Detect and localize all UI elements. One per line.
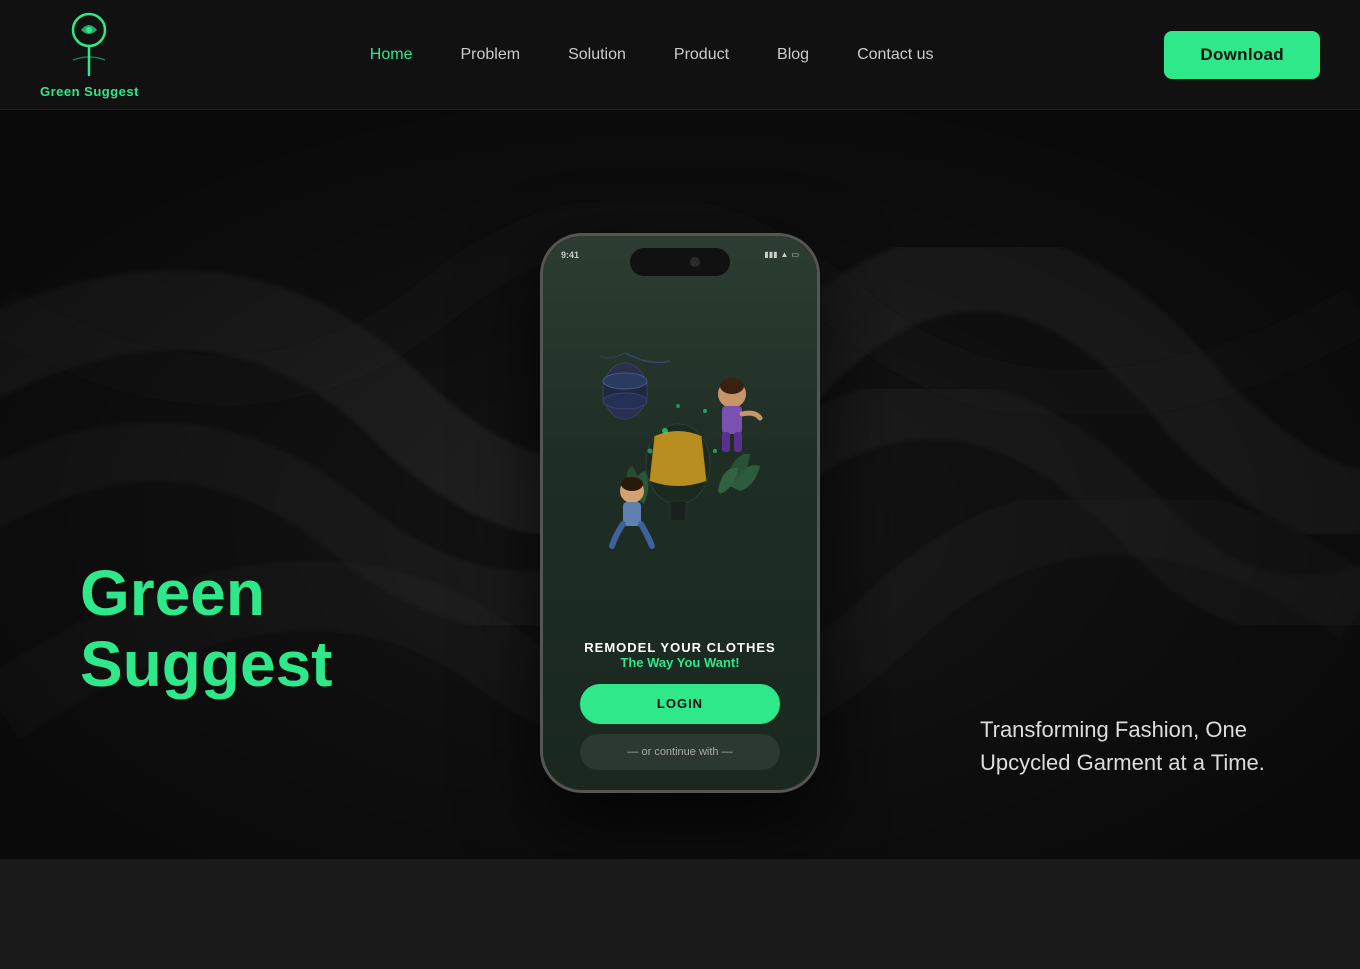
phone-outer: 9:41 ▮▮▮ ▲ ▭ [540, 233, 820, 793]
nav-links: Home Problem Solution Product Blog Conta… [370, 46, 934, 64]
app-content: REMODEL YOUR CLOTHES The Way You Want! L… [543, 236, 817, 790]
app-remodel-text: REMODEL YOUR CLOTHES The Way You Want! [543, 640, 817, 670]
hero-right-text: Transforming Fashion, One Upcycled Garme… [980, 713, 1300, 779]
nav-problem[interactable]: Problem [460, 46, 520, 64]
app-login-button[interactable]: LOGIN [580, 684, 780, 724]
phone-screen: REMODEL YOUR CLOTHES The Way You Want! L… [543, 236, 817, 790]
phone-mockup: 9:41 ▮▮▮ ▲ ▭ [540, 233, 820, 793]
phone-time: 9:41 [561, 250, 579, 260]
app-remodel-main: REMODEL YOUR CLOTHES [543, 640, 817, 655]
phone-icons: ▮▮▮ ▲ ▭ [764, 250, 799, 260]
navbar: Green Suggest Home Problem Solution Prod… [0, 0, 1360, 110]
phone-illustration [543, 286, 817, 586]
phone-status-bar: 9:41 ▮▮▮ ▲ ▭ [543, 250, 817, 260]
app-remodel-sub: The Way You Want! [543, 655, 817, 670]
hero-tagline: Transforming Fashion, One Upcycled Garme… [980, 713, 1300, 779]
nav-home[interactable]: Home [370, 46, 413, 64]
app-divider-text: — or continue with — [627, 746, 732, 758]
hero-section: GREEN SUGGEST 9:41 ▮▮▮ ▲ ▭ [0, 110, 1360, 859]
nav-solution[interactable]: Solution [568, 46, 626, 64]
nav-blog[interactable]: Blog [777, 46, 809, 64]
app-divider-row: — or continue with — [580, 734, 780, 770]
download-button[interactable]: Download [1164, 31, 1320, 79]
hero-left-text: Green Suggest [80, 558, 332, 699]
hero-brand-line1: Green Suggest [80, 558, 332, 699]
logo-area: Green Suggest [40, 10, 139, 99]
logo-text: Green Suggest [40, 84, 139, 99]
nav-contact[interactable]: Contact us [857, 46, 933, 64]
signal-icon: ▮▮▮ [764, 250, 777, 259]
logo-icon [59, 10, 119, 80]
clothes-illustration [570, 306, 790, 566]
battery-icon: ▭ [791, 250, 799, 259]
wifi-icon: ▲ [781, 250, 789, 259]
nav-product[interactable]: Product [674, 46, 729, 64]
